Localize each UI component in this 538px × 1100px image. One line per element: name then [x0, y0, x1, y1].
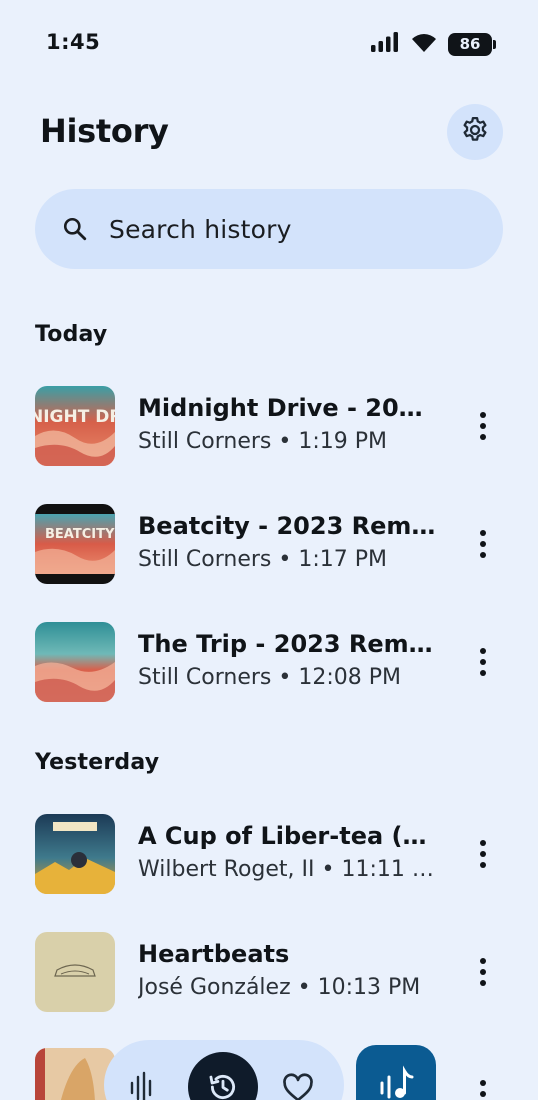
- item-title: Heartbeats: [138, 940, 290, 968]
- item-subtitle: Wilbert Roget, II • 11:11 PM: [138, 857, 438, 882]
- status-icons: 86: [370, 31, 496, 57]
- album-art: [35, 1048, 115, 1100]
- more-options-button[interactable]: [468, 522, 498, 566]
- item-title: The Trip - 2023 Remaster: [138, 630, 438, 658]
- more-options-button[interactable]: [468, 832, 498, 876]
- album-art: [35, 814, 115, 894]
- page-title: History: [40, 112, 169, 150]
- album-art: NIGHT DR: [35, 386, 115, 466]
- search-placeholder: Search history: [109, 214, 292, 244]
- item-subtitle: Still Corners • 12:08 PM: [138, 665, 401, 690]
- svg-text:BEATCITY: BEATCITY: [45, 527, 115, 542]
- list-item[interactable]: NIGHT DR Midnight Drive - 2023 Remaster …: [0, 386, 538, 486]
- waveform-icon[interactable]: [122, 1068, 162, 1100]
- more-options-button[interactable]: [468, 404, 498, 448]
- wifi-icon: [410, 31, 438, 57]
- search-icon: [61, 215, 89, 243]
- item-subtitle: Still Corners • 1:19 PM: [138, 429, 387, 454]
- more-options-button[interactable]: [468, 1072, 498, 1100]
- item-title: Beatcity - 2023 Remaster: [138, 512, 438, 540]
- item-subtitle: José González • 10:13 PM: [138, 975, 421, 1000]
- music-note-icon: [376, 1063, 416, 1100]
- signal-icon: [370, 31, 400, 57]
- settings-button[interactable]: [447, 104, 503, 160]
- recognize-button[interactable]: [356, 1045, 436, 1100]
- list-item[interactable]: A Cup of Liber-tea (From Helldivers 2) W…: [0, 814, 538, 914]
- gear-icon: [460, 115, 490, 149]
- search-input[interactable]: Search history: [35, 189, 503, 269]
- more-options-button[interactable]: [468, 950, 498, 994]
- more-options-button[interactable]: [468, 640, 498, 684]
- battery-level: 86: [459, 35, 481, 53]
- svg-text:NIGHT DR: NIGHT DR: [35, 407, 115, 427]
- item-title: Midnight Drive - 2023 Remaster: [138, 394, 438, 422]
- bottom-nav: [104, 1040, 344, 1100]
- item-title: A Cup of Liber-tea (From Helldivers 2): [138, 822, 438, 850]
- list-item[interactable]: The Trip - 2023 Remaster Still Corners •…: [0, 622, 538, 722]
- status-bar: 1:45 86: [0, 0, 538, 88]
- battery-icon: 86: [448, 32, 496, 56]
- section-header-today: Today: [35, 322, 108, 347]
- section-header-yesterday: Yesterday: [35, 750, 160, 775]
- album-art: BEATCITY: [35, 504, 115, 584]
- list-item[interactable]: Heartbeats José González • 10:13 PM: [0, 932, 538, 1032]
- album-art: [35, 622, 115, 702]
- heart-icon[interactable]: [278, 1068, 318, 1100]
- item-subtitle: Still Corners • 1:17 PM: [138, 547, 387, 572]
- album-art: [35, 932, 115, 1012]
- history-icon[interactable]: [188, 1052, 258, 1100]
- list-item[interactable]: BEATCITY Beatcity - 2023 Remaster Still …: [0, 504, 538, 604]
- status-time: 1:45: [46, 30, 101, 54]
